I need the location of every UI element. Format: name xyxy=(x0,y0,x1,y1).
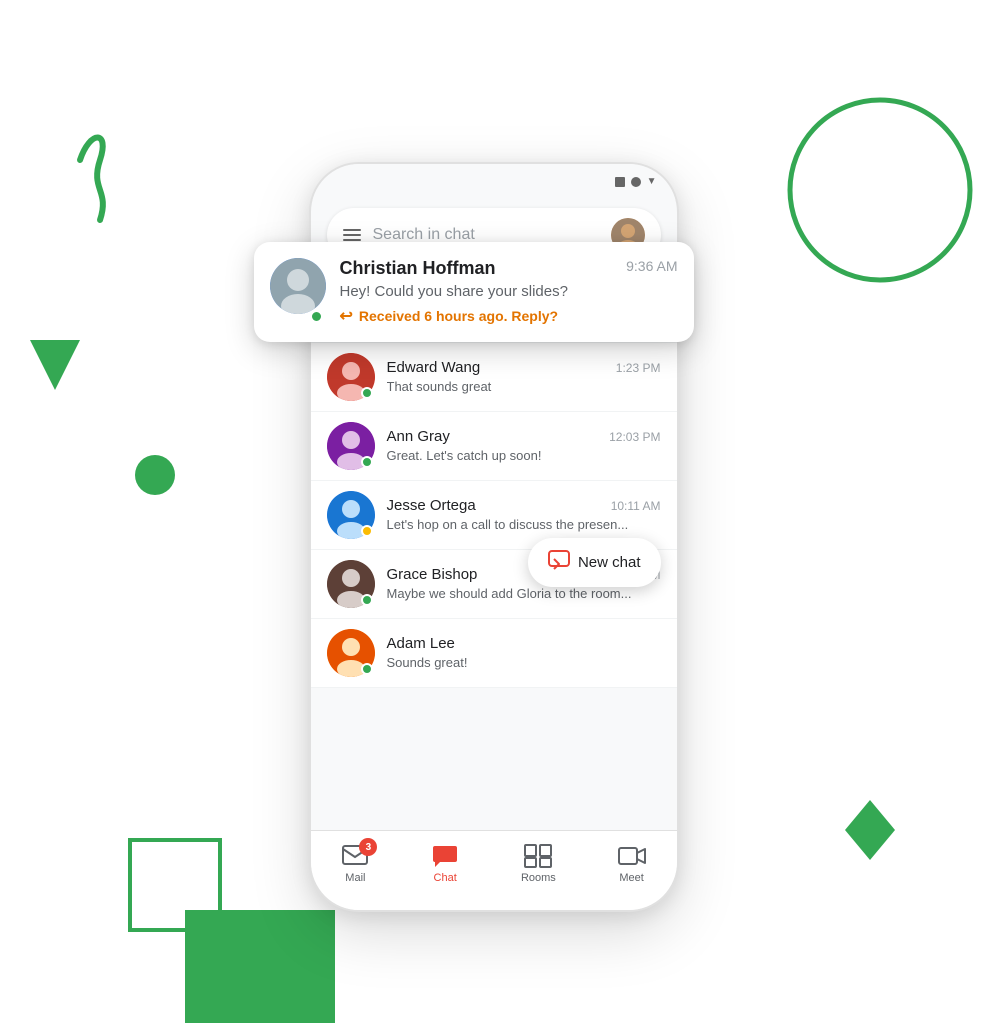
new-chat-icon xyxy=(548,550,570,575)
notification-name: Christian Hoffman xyxy=(340,258,496,279)
new-chat-button[interactable]: New chat xyxy=(528,538,661,587)
rooms-icon-wrapper xyxy=(524,844,552,868)
chat-header: Ann Gray 12:03 PM xyxy=(387,428,661,445)
nav-label-meet: Meet xyxy=(619,872,643,884)
nav-label-rooms: Rooms xyxy=(521,872,556,884)
nav-item-meet[interactable]: Meet xyxy=(618,844,646,884)
notification-avatar xyxy=(270,258,326,314)
chat-name: Jesse Ortega xyxy=(387,497,476,514)
avatar-container xyxy=(327,560,375,608)
notification-message: Hey! Could you share your slides? xyxy=(340,283,678,300)
chat-content: Edward Wang 1:23 PM That sounds great xyxy=(387,359,661,394)
notification-online-dot xyxy=(310,310,323,323)
hamburger-menu-icon[interactable] xyxy=(343,229,361,241)
mail-icon-wrapper: 3 xyxy=(341,844,369,868)
notification-header: Christian Hoffman 9:36 AM xyxy=(340,258,678,279)
notification-card[interactable]: Christian Hoffman 9:36 AM Hey! Could you… xyxy=(254,242,694,342)
chat-time: 12:03 PM xyxy=(609,430,660,444)
online-status-dot xyxy=(361,663,373,675)
chat-content: Jesse Ortega 10:11 AM Let's hop on a cal… xyxy=(387,497,661,532)
notification-content: Christian Hoffman 9:36 AM Hey! Could you… xyxy=(340,258,678,326)
avatar-container xyxy=(327,422,375,470)
phone-wrapper: Christian Hoffman 9:36 AM Hey! Could you… xyxy=(284,102,704,922)
chat-icon xyxy=(431,844,459,868)
chat-preview-text: That sounds great xyxy=(387,379,661,394)
list-item[interactable]: Ann Gray 12:03 PM Great. Let's catch up … xyxy=(311,412,677,481)
online-status-dot xyxy=(361,594,373,606)
chat-header: Edward Wang 1:23 PM xyxy=(387,359,661,376)
status-bar: ▼ xyxy=(311,164,677,200)
rooms-icon xyxy=(524,844,552,868)
nav-item-rooms[interactable]: Rooms xyxy=(521,844,556,884)
status-arrow-icon: ▼ xyxy=(647,176,657,187)
new-chat-label: New chat xyxy=(578,554,641,571)
list-item[interactable]: Adam Lee Sounds great! New chat xyxy=(311,619,677,688)
chat-name: Edward Wang xyxy=(387,359,481,376)
chat-header: Jesse Ortega 10:11 AM xyxy=(387,497,661,514)
avatar-container xyxy=(327,491,375,539)
online-status-dot xyxy=(361,387,373,399)
chat-content: Ann Gray 12:03 PM Great. Let's catch up … xyxy=(387,428,661,463)
list-item[interactable]: Edward Wang 1:23 PM That sounds great xyxy=(311,343,677,412)
notification-avatar-container xyxy=(270,258,326,326)
reply-arrow-icon: ↩ xyxy=(340,306,353,326)
nav-label-chat: Chat xyxy=(434,872,457,884)
avatar-container xyxy=(327,629,375,677)
avatar-container xyxy=(327,353,375,401)
notification-action-text: Received 6 hours ago. Reply? xyxy=(359,308,558,324)
chat-name: Grace Bishop xyxy=(387,566,478,583)
status-square-icon xyxy=(615,177,625,187)
chat-content: Adam Lee Sounds great! xyxy=(387,635,661,670)
nav-item-chat[interactable]: Chat xyxy=(431,844,459,884)
chat-name: Adam Lee xyxy=(387,635,455,652)
notification-action[interactable]: ↩ Received 6 hours ago. Reply? xyxy=(340,306,678,326)
mail-badge: 3 xyxy=(359,838,377,856)
chat-time: 1:23 PM xyxy=(616,361,661,375)
online-status-dot xyxy=(361,456,373,468)
chat-preview-text: Sounds great! xyxy=(387,655,661,670)
notification-time: 9:36 AM xyxy=(626,258,677,279)
meet-icon-wrapper xyxy=(618,844,646,868)
meet-icon xyxy=(618,844,646,868)
chat-header: Adam Lee xyxy=(387,635,661,652)
status-circle-icon xyxy=(631,177,641,187)
bottom-navigation: 3 Mail Chat xyxy=(311,830,677,910)
nav-item-mail[interactable]: 3 Mail xyxy=(341,844,369,884)
chat-preview-text: Let's hop on a call to discuss the prese… xyxy=(387,517,661,532)
chat-name: Ann Gray xyxy=(387,428,450,445)
chat-preview-text: Maybe we should add Gloria to the room..… xyxy=(387,586,661,601)
chat-preview-text: Great. Let's catch up soon! xyxy=(387,448,661,463)
online-status-dot xyxy=(361,525,373,537)
chat-time: 10:11 AM xyxy=(611,499,661,513)
nav-label-mail: Mail xyxy=(345,872,365,884)
chat-icon-wrapper xyxy=(431,844,459,868)
